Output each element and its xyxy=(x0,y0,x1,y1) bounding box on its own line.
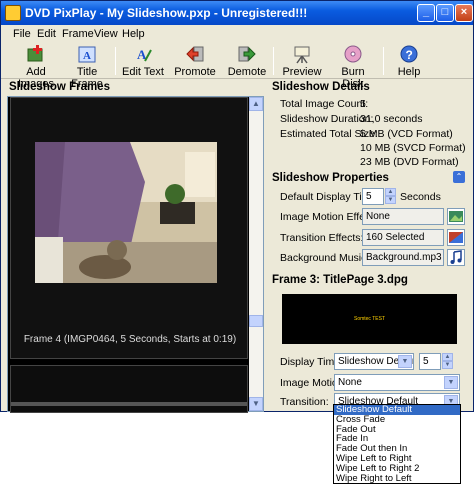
burn-disk-button[interactable]: Burn Disk xyxy=(331,43,375,90)
menu-bar: File Edit Frame View Help xyxy=(1,25,473,43)
motion-effects-button[interactable] xyxy=(447,208,465,225)
toolbar: Add Images A Title Frame A Edit Text Pro… xyxy=(1,43,473,90)
properties-panel: Slideshow Details Total Image Count: 5 S… xyxy=(269,80,473,413)
menu-frame[interactable]: Frame xyxy=(62,28,94,40)
transition-effects-field: 160 Selected xyxy=(362,229,444,246)
frame-list[interactable]: Frame 4 (IMGP0464, 5 Seconds, Starts at … xyxy=(7,96,264,413)
help-icon: ? xyxy=(400,45,418,63)
frame-motion-select[interactable]: None ▼ xyxy=(334,374,460,391)
frame-thumbnail-next[interactable] xyxy=(10,365,248,413)
motion-effects-field: None xyxy=(362,208,444,225)
transition-icon xyxy=(449,232,463,243)
preview-icon xyxy=(294,46,310,64)
promote-button[interactable]: Promote xyxy=(173,43,217,78)
background-music-field: Background.mp3 xyxy=(362,249,444,266)
add-images-button[interactable]: Add Images xyxy=(11,43,61,90)
preview-button[interactable]: Preview xyxy=(281,43,323,78)
preview-label: Preview xyxy=(282,66,322,78)
transition-dropdown-list[interactable]: Slideshow Default Cross Fade Fade Out Fa… xyxy=(333,404,461,484)
music-note-icon xyxy=(450,250,462,264)
toolbar-separator xyxy=(115,47,116,75)
promote-label: Promote xyxy=(174,66,216,78)
menu-file[interactable]: File xyxy=(13,28,31,40)
default-display-time-stepper[interactable]: ▲ ▼ xyxy=(385,188,396,205)
title-bar[interactable]: DVD PixPlay - My Slideshow.pxp - Unregis… xyxy=(1,1,473,25)
demote-button[interactable]: Demote xyxy=(227,43,267,78)
add-images-icon xyxy=(27,45,43,62)
collapse-icon[interactable]: ⌃ xyxy=(453,171,465,183)
toolbar-separator xyxy=(273,47,274,75)
frame-preview: Somtec TEST xyxy=(282,294,457,344)
thumbnail-strip xyxy=(11,402,247,406)
chevron-down-icon[interactable]: ▼ xyxy=(398,355,412,368)
close-button[interactable]: × xyxy=(455,4,473,22)
background-music-button[interactable] xyxy=(447,249,465,266)
frame-transition-label: Transition: xyxy=(280,396,329,408)
toolbar-separator xyxy=(383,47,384,75)
frame-caption: Frame 4 (IMGP0464, 5 Seconds, Starts at … xyxy=(23,334,237,345)
duration-value: 31,0 seconds xyxy=(360,113,423,125)
frames-panel: Slideshow Frames Frame 4 (IMGP0464, 5 Se… xyxy=(1,80,267,413)
scroll-thumb[interactable] xyxy=(249,315,263,327)
default-display-time-input[interactable]: 5 xyxy=(362,188,384,205)
edit-text-button[interactable]: A Edit Text xyxy=(121,43,165,78)
dropdown-option[interactable]: Wipe Right to Left xyxy=(334,473,460,484)
frame-display-time-stepper[interactable]: ▲ ▼ xyxy=(442,353,453,370)
size-svcd: 10 MB (SVCD Format) xyxy=(360,142,466,154)
details-heading: Slideshow Details xyxy=(272,81,370,93)
menu-edit[interactable]: Edit xyxy=(37,28,56,40)
scroll-down-button[interactable]: ▼ xyxy=(249,397,263,411)
total-count-value: 5 xyxy=(360,98,366,110)
help-button[interactable]: ? Help xyxy=(394,43,424,78)
frame-display-time-select[interactable]: Slideshow Default ▼ xyxy=(334,353,414,370)
transition-effects-label: Transition Effects: xyxy=(280,232,364,244)
app-icon xyxy=(5,5,21,21)
scroll-up-button[interactable]: ▲ xyxy=(249,97,263,111)
edit-text-icon: A xyxy=(137,47,152,62)
seconds-unit-label: Seconds xyxy=(400,191,441,203)
help-label: Help xyxy=(397,66,421,78)
transition-effects-button[interactable] xyxy=(447,229,465,246)
demote-label: Demote xyxy=(227,66,267,78)
frame-display-time-input[interactable]: 5 xyxy=(419,353,441,370)
frames-heading: Slideshow Frames xyxy=(9,81,110,93)
background-music-label: Background Music: xyxy=(280,252,370,264)
menu-view[interactable]: View xyxy=(94,28,118,40)
total-count-label: Total Image Count: xyxy=(280,98,369,110)
size-vcd: 5 MB (VCD Format) xyxy=(360,128,453,140)
minimize-button[interactable]: _ xyxy=(417,4,435,22)
frame-photo xyxy=(35,142,217,283)
frame-motion-select-value: None xyxy=(338,377,362,388)
chevron-down-icon[interactable]: ▼ xyxy=(444,376,458,389)
app-window: DVD PixPlay - My Slideshow.pxp - Unregis… xyxy=(0,0,474,413)
frame-thumbnail[interactable]: Frame 4 (IMGP0464, 5 Seconds, Starts at … xyxy=(10,97,248,359)
title-frame-button[interactable]: A Title Frame xyxy=(63,43,111,90)
size-dvd: 23 MB (DVD Format) xyxy=(360,156,459,168)
image-edit-icon xyxy=(449,211,463,222)
burn-disk-icon xyxy=(344,45,362,63)
properties-heading: Slideshow Properties xyxy=(272,172,389,184)
frame-list-scrollbar[interactable]: ▲ ▼ xyxy=(249,97,263,411)
demote-icon xyxy=(238,46,256,62)
maximize-button[interactable]: □ xyxy=(436,4,454,22)
window-title: DVD PixPlay - My Slideshow.pxp - Unregis… xyxy=(25,6,308,20)
menu-help[interactable]: Help xyxy=(122,28,145,40)
svg-text:?: ? xyxy=(406,48,413,62)
frame-heading: Frame 3: TitlePage 3.dpg xyxy=(272,274,408,286)
edit-text-label: Edit Text xyxy=(122,66,164,78)
title-frame-icon: A xyxy=(78,46,96,63)
svg-text:A: A xyxy=(83,50,91,62)
promote-icon xyxy=(186,46,204,62)
